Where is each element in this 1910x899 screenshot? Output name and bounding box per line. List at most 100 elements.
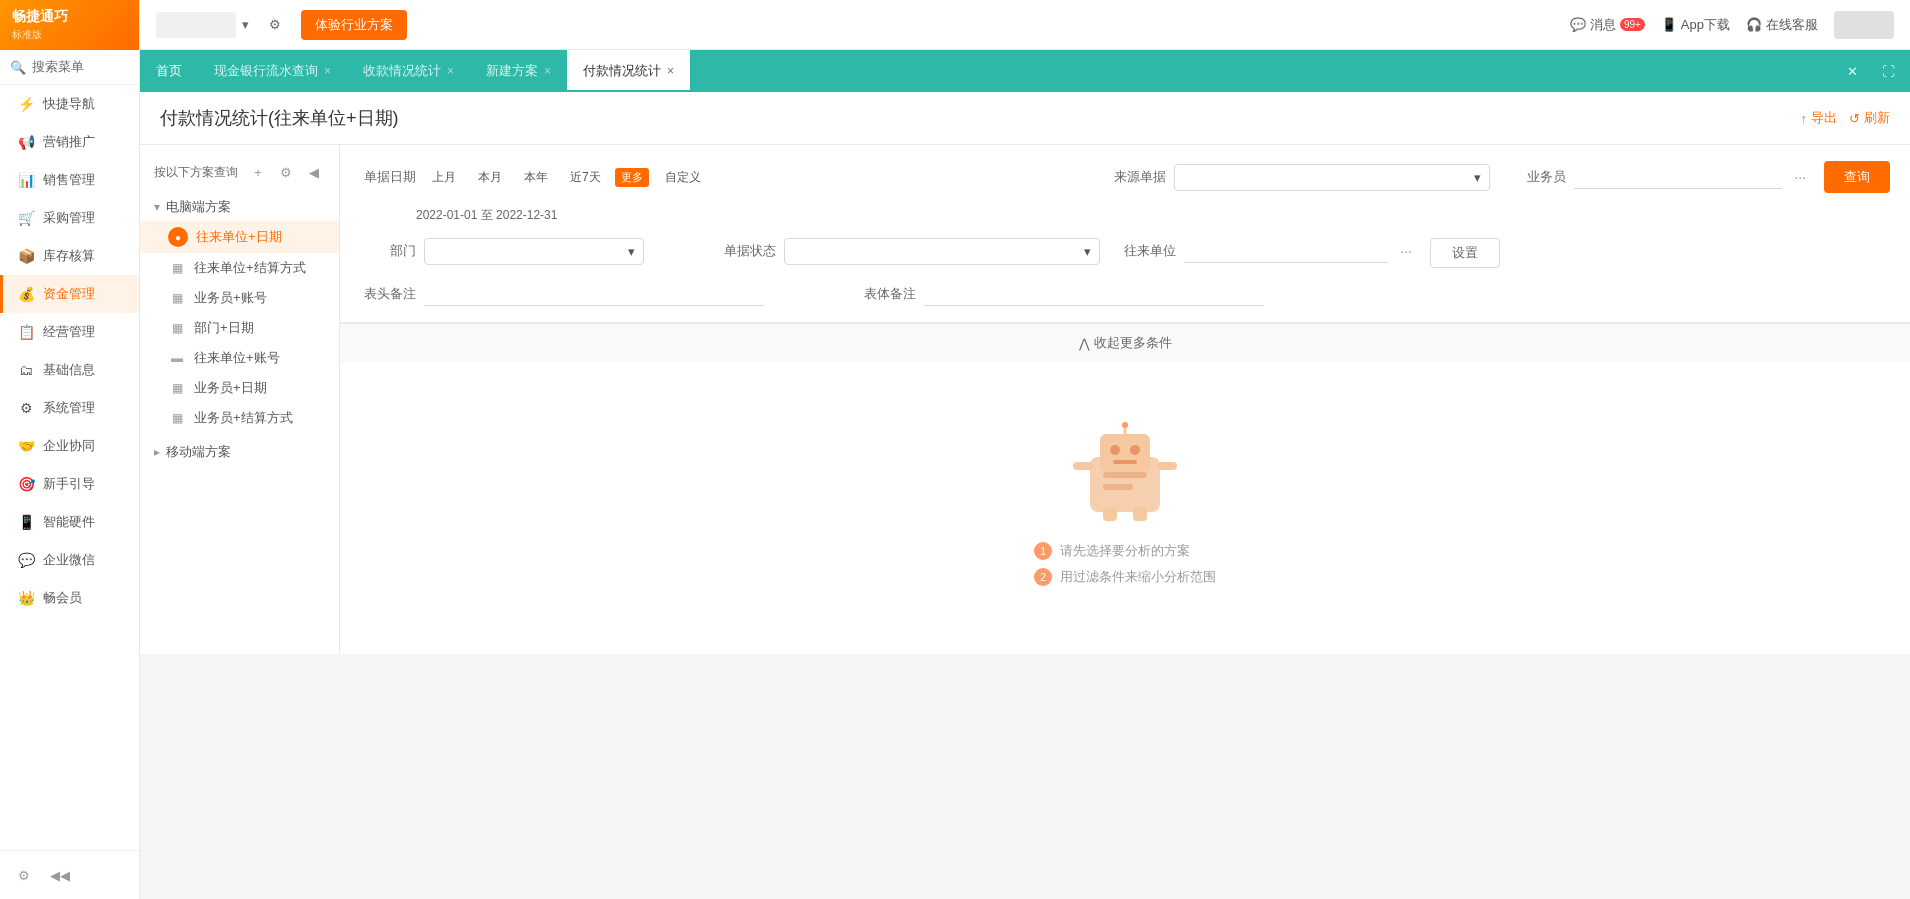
- sidebar-search-btn[interactable]: 🔍 搜索菜单: [0, 50, 139, 85]
- sidebar-item-enterprise[interactable]: 🤝 企业协同: [0, 427, 139, 465]
- online-service-btn[interactable]: 🎧 在线客服: [1746, 16, 1818, 34]
- sidebar-item-marketing[interactable]: 📢 营销推广: [0, 123, 139, 161]
- manage-plan-btn[interactable]: ⚙: [275, 161, 297, 183]
- plan-item-unit-settle[interactable]: ▦ 往来单位+结算方式: [140, 253, 339, 283]
- sidebar-item-purchase[interactable]: 🛒 采购管理: [0, 199, 139, 237]
- sidebar-item-sales[interactable]: 📊 销售管理: [0, 161, 139, 199]
- plan-group-mobile-label: 移动端方案: [166, 443, 231, 461]
- plan-item-staff-date[interactable]: ▦ 业务员+日期: [140, 373, 339, 403]
- fullscreen-btn[interactable]: ⛶: [1874, 57, 1902, 85]
- tab-receipts[interactable]: 收款情况统计 ×: [347, 50, 470, 92]
- query-btn[interactable]: 查询: [1824, 161, 1890, 193]
- tab-cash-flow-close[interactable]: ×: [324, 64, 331, 78]
- header-note-input[interactable]: [424, 282, 764, 306]
- plan-group-mobile-header[interactable]: ▸ 移动端方案: [140, 437, 339, 467]
- sidebar-item-label: 快捷导航: [43, 95, 95, 113]
- messages-label: 消息: [1590, 16, 1616, 34]
- sidebar-settings-btn[interactable]: ⚙: [10, 861, 38, 889]
- page-title: 付款情况统计(往来单位+日期): [160, 106, 399, 130]
- message-icon: 💬: [1570, 17, 1586, 32]
- plan-item-staff-settle[interactable]: ▦ 业务员+结算方式: [140, 403, 339, 433]
- sidebar-item-basic[interactable]: 🗂 基础信息: [0, 351, 139, 389]
- trial-btn[interactable]: 体验行业方案: [301, 10, 407, 40]
- doc-status-select[interactable]: ▾: [784, 238, 1100, 265]
- filter-col-header-note: 表头备注: [360, 282, 840, 306]
- step-1-badge: 1: [1034, 542, 1052, 560]
- collapse-bar: ⋀ 收起更多条件: [340, 323, 1910, 362]
- filter-col-dept: 部门 ▾: [360, 238, 700, 265]
- body-note-input[interactable]: [924, 282, 1264, 306]
- inventory-icon: 📦: [17, 247, 35, 265]
- partner-input[interactable]: [1184, 239, 1388, 263]
- sidebar-item-label: 基础信息: [43, 361, 95, 379]
- plan-bar-icon: ▬: [168, 349, 186, 367]
- filter-col-source: 来源单据 ▾: [1110, 164, 1490, 191]
- svg-rect-1: [1100, 434, 1150, 472]
- sidebar-item-inventory[interactable]: 📦 库存核算: [0, 237, 139, 275]
- export-icon: ↑: [1801, 111, 1808, 126]
- plan-chart-icon: ▦: [168, 289, 186, 307]
- export-btn[interactable]: ↑ 导出: [1801, 109, 1838, 127]
- sidebar-item-wechat[interactable]: 💬 企业微信: [0, 541, 139, 579]
- workspace-selector[interactable]: ▾: [156, 12, 249, 38]
- settings-gear-btn[interactable]: ⚙: [259, 9, 291, 41]
- date-custom-btn[interactable]: 自定义: [657, 166, 709, 189]
- refresh-btn[interactable]: ↺ 刷新: [1849, 109, 1890, 127]
- sidebar-item-label: 畅会员: [43, 589, 82, 607]
- tab-payments[interactable]: 付款情况统计 ×: [567, 50, 690, 92]
- plan-item-staff-account[interactable]: ▦ 业务员+账号: [140, 283, 339, 313]
- tab-payments-close[interactable]: ×: [667, 64, 674, 78]
- partner-dots-btn[interactable]: ···: [1400, 243, 1412, 259]
- wechat-icon: 💬: [17, 551, 35, 569]
- plan-item-unit-account[interactable]: ▬ 往来单位+账号: [140, 343, 339, 373]
- sidebar-item-member[interactable]: 👑 畅会员: [0, 579, 139, 617]
- tab-home[interactable]: 首页: [140, 50, 198, 92]
- active-plan-indicator: ●: [168, 227, 188, 247]
- close-all-tabs-btn[interactable]: ✕: [1838, 57, 1866, 85]
- collapse-panel-btn[interactable]: ◀: [303, 161, 325, 183]
- tab-new-plan[interactable]: 新建方案 ×: [470, 50, 567, 92]
- salesperson-input[interactable]: [1574, 165, 1782, 189]
- sidebar-item-quick-nav[interactable]: ⚡ 快捷导航: [0, 85, 139, 123]
- date-more-btn[interactable]: 更多: [615, 168, 649, 187]
- guide-icon: 🎯: [17, 475, 35, 493]
- tab-new-plan-close[interactable]: ×: [544, 64, 551, 78]
- sidebar-item-system[interactable]: ⚙ 系统管理: [0, 389, 139, 427]
- settings-btn[interactable]: 设置: [1430, 238, 1500, 268]
- sidebar-subtitle: 标准版: [12, 28, 68, 42]
- sidebar-item-finance[interactable]: 💰 资金管理: [0, 275, 139, 313]
- date-this-year[interactable]: 本年: [516, 166, 556, 189]
- salesperson-dots-btn[interactable]: ···: [1794, 169, 1806, 185]
- svg-rect-4: [1113, 460, 1137, 464]
- quick-nav-icon: ⚡: [17, 95, 35, 113]
- date-this-month[interactable]: 本月: [470, 166, 510, 189]
- add-plan-btn[interactable]: +: [247, 161, 269, 183]
- plan-item-dept-date[interactable]: ▦ 部门+日期: [140, 313, 339, 343]
- messages-btn[interactable]: 💬 消息 99+: [1570, 16, 1645, 34]
- sidebar-collapse-btn[interactable]: ◀◀: [46, 861, 74, 889]
- sidebar-item-label: 系统管理: [43, 399, 95, 417]
- avatar-area[interactable]: [1834, 11, 1894, 39]
- plan-item-unit-date[interactable]: ● 往来单位+日期: [140, 221, 339, 253]
- tab-cash-flow-label: 现金银行流水查询: [214, 62, 318, 80]
- tab-cash-flow[interactable]: 现金银行流水查询 ×: [198, 50, 347, 92]
- sidebar-item-operation[interactable]: 📋 经营管理: [0, 313, 139, 351]
- filter-col-salesperson: 业务员 ··· 查询: [1510, 161, 1890, 193]
- dept-select[interactable]: ▾: [424, 238, 644, 265]
- app-download-btn[interactable]: 📱 App下载: [1661, 16, 1730, 34]
- collapse-conditions-btn[interactable]: ⋀ 收起更多条件: [1079, 334, 1172, 352]
- plan-group-pc-header[interactable]: ▾ 电脑端方案: [140, 193, 339, 221]
- date-last-month[interactable]: 上月: [424, 166, 464, 189]
- empty-step-1-label: 请先选择要分析的方案: [1060, 542, 1190, 560]
- sidebar: 畅捷通巧 标准版 🔍 搜索菜单 ⚡ 快捷导航 📢 营销推广 📊 销售管理 🛒 采…: [0, 0, 140, 899]
- date-7days[interactable]: 近7天: [562, 166, 609, 189]
- service-icon: 🎧: [1746, 17, 1762, 32]
- sidebar-item-guide[interactable]: 🎯 新手引导: [0, 465, 139, 503]
- operation-icon: 📋: [17, 323, 35, 341]
- sidebar-item-label: 采购管理: [43, 209, 95, 227]
- tab-receipts-close[interactable]: ×: [447, 64, 454, 78]
- partner-filter-label: 往来单位: [1120, 242, 1176, 260]
- sidebar-item-hardware[interactable]: 📱 智能硬件: [0, 503, 139, 541]
- finance-icon: 💰: [17, 285, 35, 303]
- source-select[interactable]: ▾: [1174, 164, 1490, 191]
